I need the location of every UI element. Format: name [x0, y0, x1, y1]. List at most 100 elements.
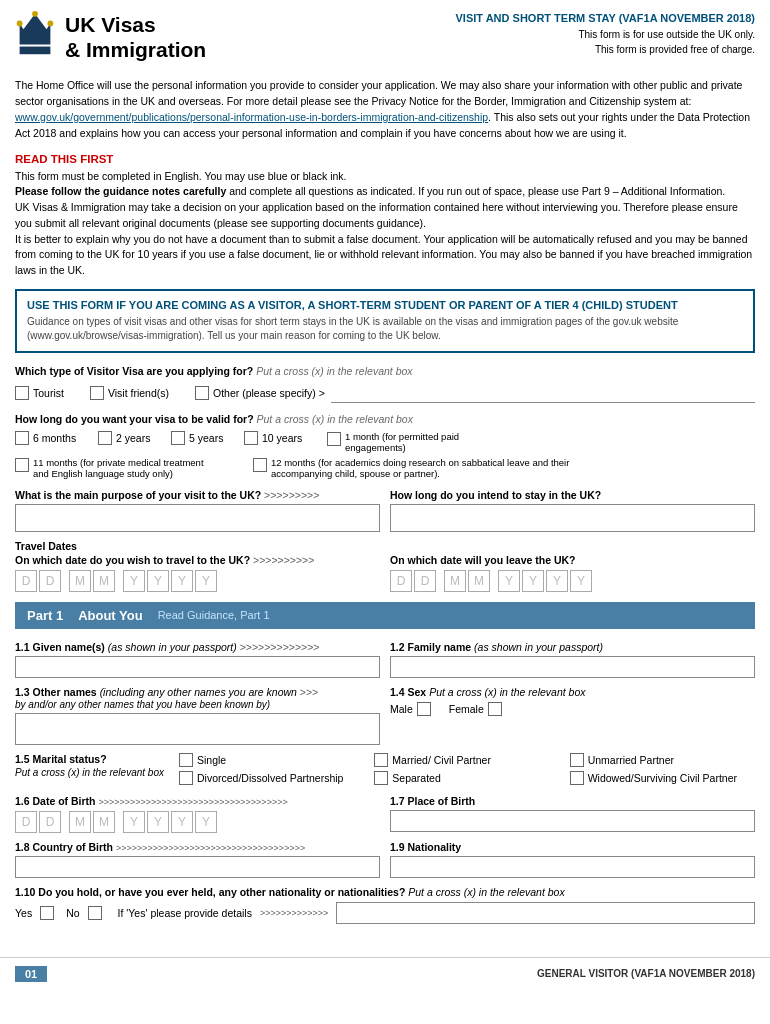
- nationality-input[interactable]: [390, 856, 755, 878]
- field-1-3-label: 1.3 Other names (including any other nam…: [15, 686, 380, 710]
- svg-point-2: [32, 11, 38, 17]
- tourist-label: Tourist: [33, 387, 64, 399]
- svg-rect-0: [20, 47, 51, 55]
- separated-label: Separated: [392, 772, 440, 784]
- visa-type-question: Which type of Visitor Visa are you apply…: [15, 365, 755, 377]
- privacy-notice: The Home Office will use the personal in…: [15, 78, 755, 141]
- return-d2[interactable]: D: [414, 570, 436, 592]
- depart-date-field: D D M M Y Y Y Y: [15, 570, 380, 592]
- family-name-input[interactable]: [390, 656, 755, 678]
- visit-friends-checkbox[interactable]: [90, 386, 104, 400]
- read-first-line4: It is better to explain why you do not h…: [15, 232, 755, 279]
- depart-date-col: On which date do you wish to travel to t…: [15, 554, 380, 592]
- return-y4[interactable]: Y: [570, 570, 592, 592]
- depart-y4[interactable]: Y: [195, 570, 217, 592]
- subtitle2: This form is provided free of charge.: [456, 42, 756, 57]
- return-y3[interactable]: Y: [546, 570, 568, 592]
- return-m1[interactable]: M: [444, 570, 466, 592]
- svg-point-3: [17, 21, 23, 27]
- field-1-5: 1.5 Marital status? Put a cross (x) in t…: [15, 753, 755, 785]
- read-first-heading: READ THIS FIRST: [15, 151, 755, 168]
- return-label: On which date will you leave the UK?: [390, 554, 755, 566]
- no-checkbox[interactable]: [88, 906, 102, 920]
- field-1-9: 1.9 Nationality: [390, 841, 755, 878]
- purpose-stay-row: What is the main purpose of your visit t…: [15, 489, 755, 532]
- depart-d2[interactable]: D: [39, 570, 61, 592]
- 10years-checkbox[interactable]: [244, 431, 258, 445]
- dob-y3[interactable]: Y: [171, 811, 193, 833]
- 11months-checkbox[interactable]: [15, 458, 29, 472]
- main-purpose-label: What is the main purpose of your visit t…: [15, 489, 380, 501]
- depart-label: On which date do you wish to travel to t…: [15, 554, 380, 566]
- 10years-label: 10 years: [262, 432, 302, 444]
- separated-checkbox[interactable]: [374, 771, 388, 785]
- return-y2[interactable]: Y: [522, 570, 544, 592]
- 1month-checkbox[interactable]: [327, 432, 341, 446]
- tourist-checkbox[interactable]: [15, 386, 29, 400]
- visa-validity-question: How long do you want your visa to be val…: [15, 413, 755, 425]
- depart-m1[interactable]: M: [69, 570, 91, 592]
- depart-y2[interactable]: Y: [147, 570, 169, 592]
- widowed-option: Widowed/Surviving Civil Partner: [570, 771, 755, 785]
- intended-stay-input[interactable]: [390, 504, 755, 532]
- sex-options: Male Female: [390, 702, 755, 716]
- single-checkbox[interactable]: [179, 753, 193, 767]
- 2years-checkbox[interactable]: [98, 431, 112, 445]
- other-names-input[interactable]: [15, 713, 380, 745]
- 2years-option: 2 years: [98, 431, 163, 445]
- divorced-label: Divorced/Dissolved Partnership: [197, 772, 343, 784]
- dob-d2[interactable]: D: [39, 811, 61, 833]
- dob-m2[interactable]: M: [93, 811, 115, 833]
- 12months-label: 12 months (for academics doing research …: [271, 457, 573, 479]
- yes-checkbox[interactable]: [40, 906, 54, 920]
- 6months-checkbox[interactable]: [15, 431, 29, 445]
- return-m2[interactable]: M: [468, 570, 490, 592]
- dob-y2[interactable]: Y: [147, 811, 169, 833]
- female-checkbox[interactable]: [488, 702, 502, 716]
- male-checkbox[interactable]: [417, 702, 431, 716]
- travel-dates-row: On which date do you wish to travel to t…: [15, 554, 755, 592]
- return-d1[interactable]: D: [390, 570, 412, 592]
- widowed-checkbox[interactable]: [570, 771, 584, 785]
- depart-m2[interactable]: M: [93, 570, 115, 592]
- part1-guidance: Read Guidance, Part 1: [158, 609, 270, 621]
- read-first-line3: UK Visas & Immigration may take a decisi…: [15, 200, 755, 232]
- 1month-option: 1 month (for permitted paid engagements): [327, 431, 487, 453]
- depart-y1[interactable]: Y: [123, 570, 145, 592]
- validity-row2: 11 months (for private medical treatment…: [15, 457, 755, 479]
- return-y1[interactable]: Y: [498, 570, 520, 592]
- other-specify-field[interactable]: [331, 383, 755, 403]
- given-names-input[interactable]: [15, 656, 380, 678]
- dob-d1[interactable]: D: [15, 811, 37, 833]
- depart-d1[interactable]: D: [15, 570, 37, 592]
- dob-y1[interactable]: Y: [123, 811, 145, 833]
- depart-y3[interactable]: Y: [171, 570, 193, 592]
- header-right: VISIT AND SHORT TERM STAY (VAF1A NOVEMBE…: [456, 10, 756, 57]
- part1-number: Part 1: [27, 608, 63, 623]
- field-1-3: 1.3 Other names (including any other nam…: [15, 686, 380, 745]
- header: UK Visas & Immigration VISIT AND SHORT T…: [0, 0, 770, 70]
- 5years-label: 5 years: [189, 432, 223, 444]
- place-of-birth-input[interactable]: [390, 810, 755, 832]
- yes-label: Yes: [15, 907, 32, 919]
- marital-status-row: 1.5 Marital status? Put a cross (x) in t…: [15, 753, 755, 785]
- 12months-checkbox[interactable]: [253, 458, 267, 472]
- country-of-birth-input[interactable]: [15, 856, 380, 878]
- single-option: Single: [179, 753, 364, 767]
- field-1-8-label: 1.8 Country of Birth >>>>>>>>>>>>>>>>>>>…: [15, 841, 380, 853]
- other-nationalities-input[interactable]: [336, 902, 755, 924]
- intended-stay-label: How long do you intend to stay in the UK…: [390, 489, 755, 501]
- male-option: Male: [390, 702, 431, 716]
- dob-m1[interactable]: M: [69, 811, 91, 833]
- other-checkbox[interactable]: [195, 386, 209, 400]
- privacy-link[interactable]: www.gov.uk/government/publications/perso…: [15, 111, 488, 123]
- field-1-5-label: 1.5 Marital status?: [15, 753, 164, 765]
- main-purpose-input[interactable]: [15, 504, 380, 532]
- 5years-checkbox[interactable]: [171, 431, 185, 445]
- dob-y4[interactable]: Y: [195, 811, 217, 833]
- unmarried-checkbox[interactable]: [570, 753, 584, 767]
- married-checkbox[interactable]: [374, 753, 388, 767]
- divorced-checkbox[interactable]: [179, 771, 193, 785]
- field-1-2-label: 1.2 Family name (as shown in your passpo…: [390, 641, 755, 653]
- visa-type-section: Which type of Visitor Visa are you apply…: [15, 365, 755, 403]
